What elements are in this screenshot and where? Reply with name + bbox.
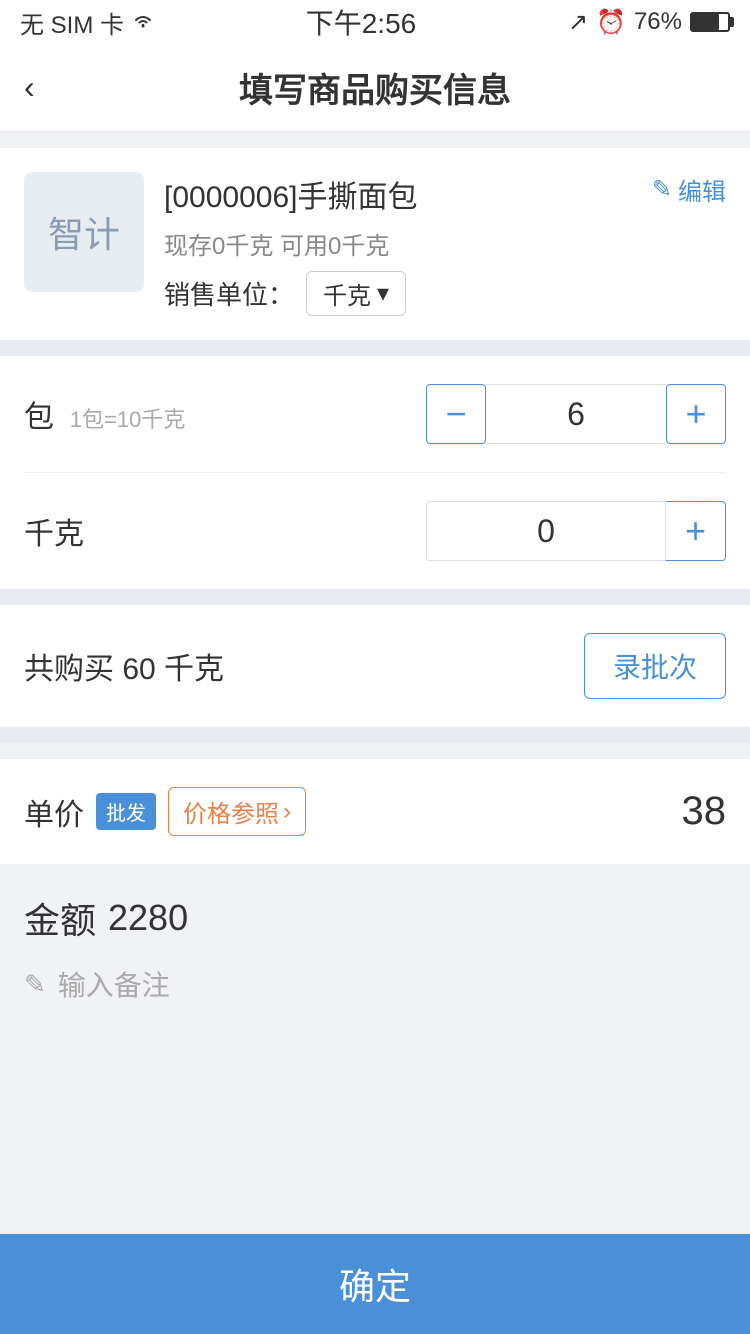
- price-ref-label: 价格参照: [183, 794, 279, 829]
- section-divider-3: [0, 727, 750, 743]
- qianke-label: 千克: [24, 518, 84, 551]
- status-right: ↗ ⏰ 76%: [568, 8, 730, 37]
- bao-label-group: 包 1包=10千克: [24, 392, 185, 436]
- bao-decrease-button[interactable]: −: [426, 384, 486, 444]
- page-title: 填写商品购买信息: [239, 63, 511, 112]
- bao-hint: 1包=10千克: [70, 407, 186, 432]
- total-text: 共购买 60 千克: [24, 644, 224, 688]
- amount-row: 金额 2280: [24, 892, 726, 944]
- back-button[interactable]: ‹: [24, 69, 35, 106]
- product-info: [0000006]手撕面包 现存0千克 可用0千克 销售单位： 千克 ▾: [164, 172, 726, 316]
- price-badge: 批发: [96, 793, 156, 830]
- price-value: 38: [682, 789, 727, 834]
- battery-icon: [690, 12, 730, 32]
- total-section: 共购买 60 千克 录批次: [0, 605, 750, 727]
- unit-label: 销售单位：: [164, 275, 294, 312]
- price-ref-arrow: ›: [283, 798, 291, 826]
- bao-label: 包: [24, 401, 54, 434]
- price-ref-button[interactable]: 价格参照 ›: [168, 787, 306, 836]
- qianke-quantity-control: +: [426, 501, 726, 561]
- batch-button[interactable]: 录批次: [584, 633, 726, 699]
- unit-value: 千克: [323, 276, 371, 311]
- remark-row[interactable]: ✎ 输入备注: [24, 964, 726, 1032]
- alarm-icon: ⏰: [596, 8, 626, 37]
- qianke-label-group: 千克: [24, 509, 84, 553]
- product-card: 智计 [0000006]手撕面包 现存0千克 可用0千克 销售单位： 千克 ▾ …: [0, 148, 750, 340]
- unit-dropdown-icon: ▾: [377, 279, 389, 308]
- product-unit-row: 销售单位： 千克 ▾: [164, 271, 726, 316]
- product-image: 智计: [24, 172, 144, 292]
- wifi-icon: [132, 8, 154, 36]
- section-divider-1: [0, 340, 750, 356]
- unit-select[interactable]: 千克 ▾: [306, 271, 406, 316]
- confirm-bar[interactable]: 确定: [0, 1234, 750, 1334]
- qianke-increase-button[interactable]: +: [666, 501, 726, 561]
- price-left: 单价 批发 价格参照 ›: [24, 787, 306, 836]
- edit-label: 编辑: [678, 172, 726, 207]
- location-icon: ↗: [568, 8, 588, 37]
- quantity-section: 包 1包=10千克 − + 千克 +: [0, 356, 750, 589]
- amount-section: 金额 2280 ✎ 输入备注: [0, 864, 750, 1032]
- status-time: 下午2:56: [306, 2, 417, 42]
- amount-label: 金额: [24, 892, 96, 944]
- remark-placeholder: 输入备注: [58, 964, 170, 1004]
- pencil-icon: ✎: [24, 969, 46, 1000]
- sim-status: 无 SIM 卡: [20, 5, 124, 40]
- bao-increase-button[interactable]: +: [666, 384, 726, 444]
- status-bar: 无 SIM 卡 下午2:56 ↗ ⏰ 76%: [0, 0, 750, 44]
- product-logo: 智计: [48, 206, 120, 258]
- price-section: 单价 批发 价格参照 › 38: [0, 759, 750, 864]
- battery-percentage: 76%: [634, 8, 682, 36]
- edit-icon: ✎: [652, 175, 672, 204]
- bao-row: 包 1包=10千克 − +: [24, 356, 726, 473]
- price-label: 单价: [24, 790, 84, 834]
- qianke-input[interactable]: [426, 501, 666, 561]
- status-left: 无 SIM 卡: [20, 5, 154, 40]
- bao-input[interactable]: [486, 384, 666, 444]
- product-stock: 现存0千克 可用0千克: [164, 226, 726, 261]
- qianke-row: 千克 +: [24, 473, 726, 589]
- edit-button[interactable]: ✎ 编辑: [652, 172, 726, 207]
- bao-quantity-control: − +: [426, 384, 726, 444]
- amount-value: 2280: [108, 897, 188, 939]
- confirm-label: 确定: [339, 1258, 411, 1310]
- product-name: [0000006]手撕面包: [164, 172, 726, 216]
- section-divider-2: [0, 589, 750, 605]
- nav-bar: ‹ 填写商品购买信息: [0, 44, 750, 132]
